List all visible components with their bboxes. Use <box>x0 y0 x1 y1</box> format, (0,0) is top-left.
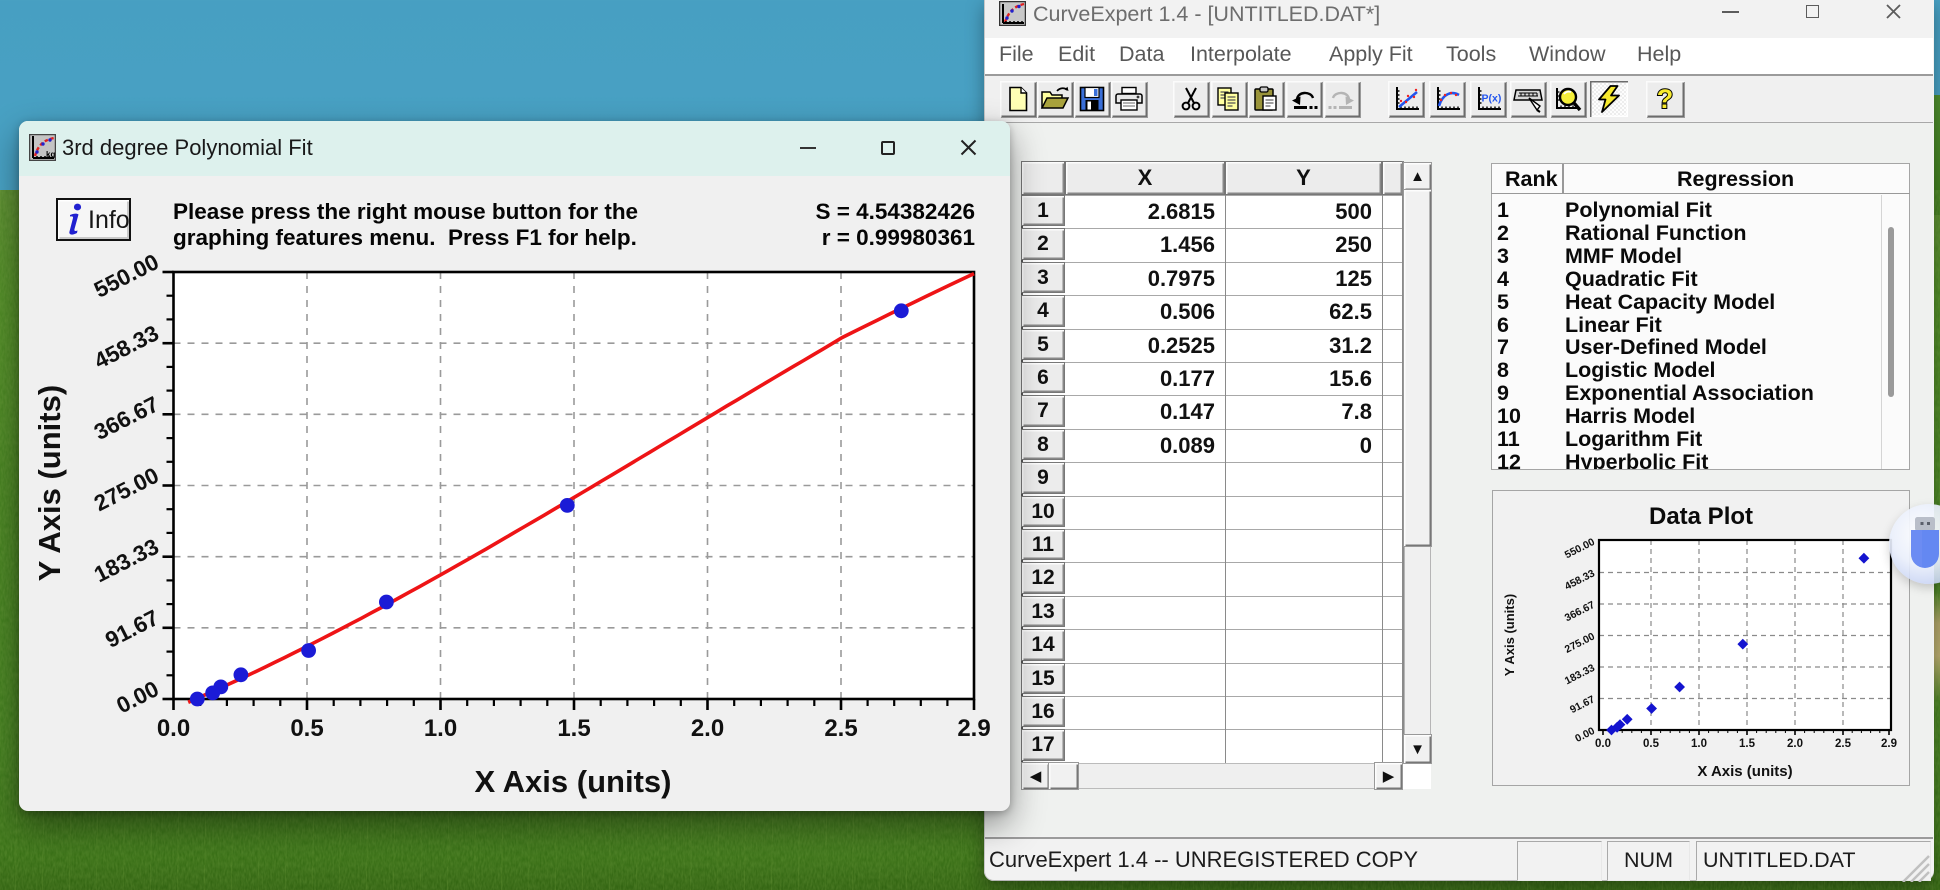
svg-text:P(x): P(x) <box>1481 92 1501 104</box>
svg-text:?: ? <box>1657 85 1674 113</box>
svg-text:kg: kg <box>46 150 55 159</box>
